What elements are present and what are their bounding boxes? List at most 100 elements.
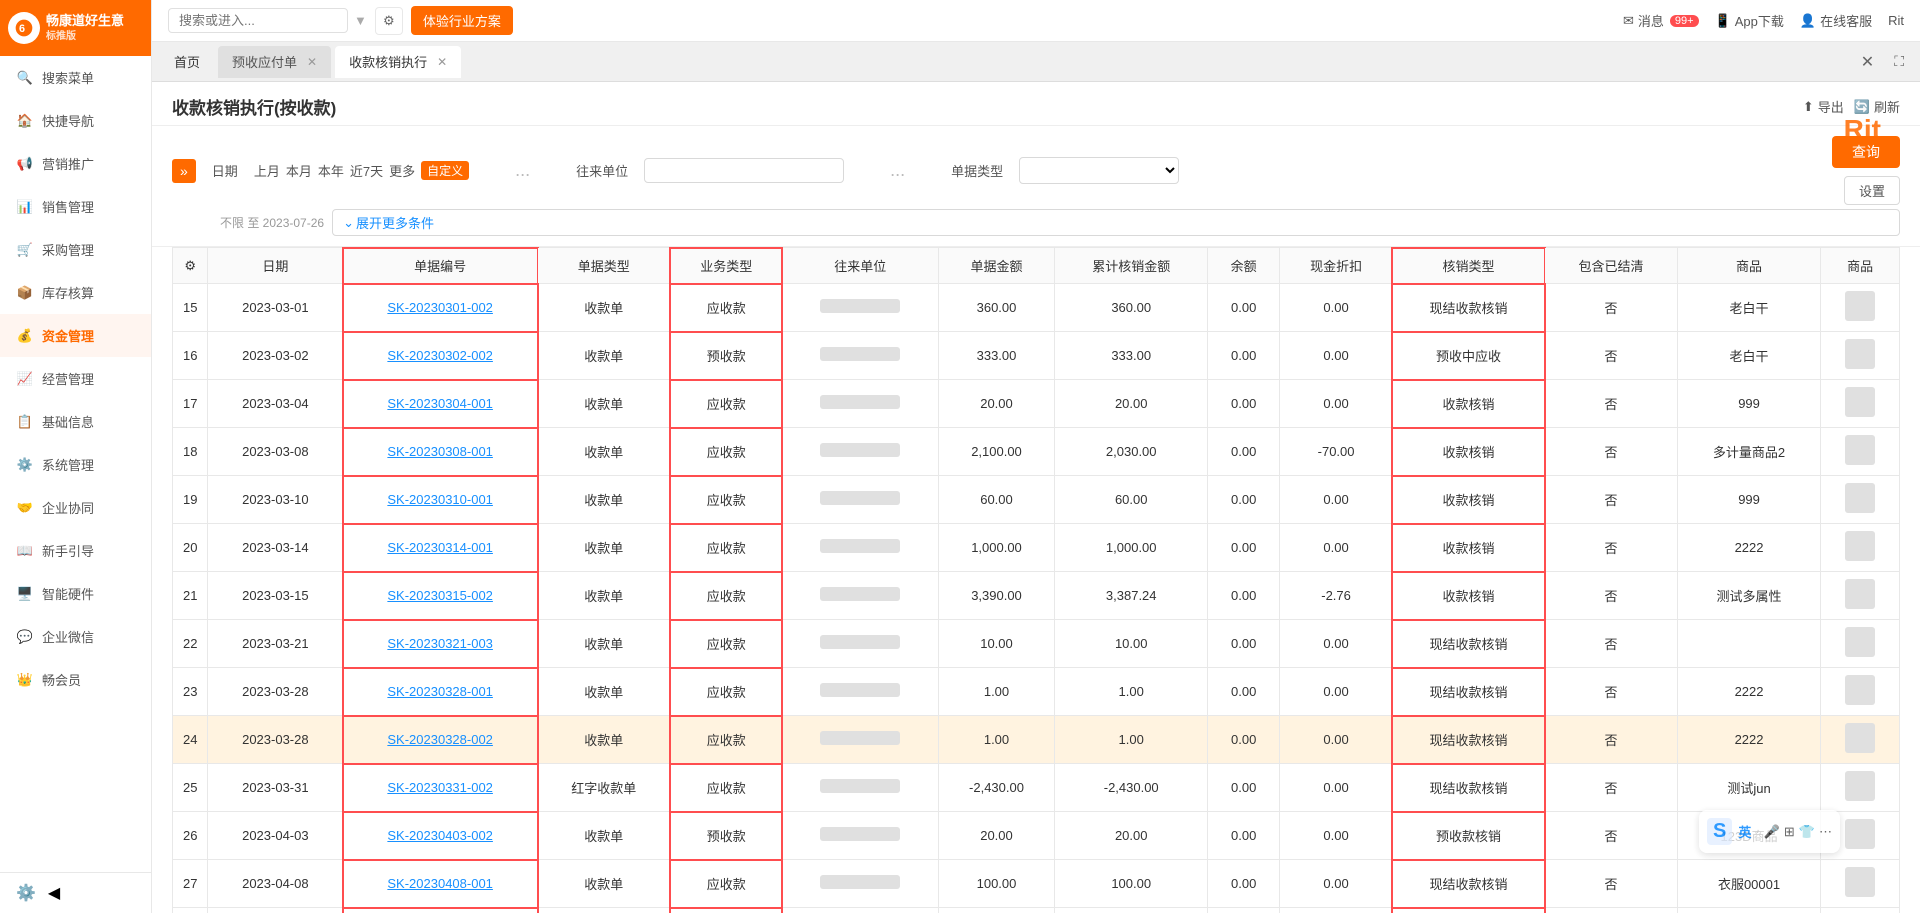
counterpart-input[interactable] [644,158,844,183]
export-btn[interactable]: ⬆ 导出 [1803,97,1844,116]
cell-doc-no[interactable]: SK-20230328-002 [343,716,538,764]
solution-btn[interactable]: 体验行业方案 [411,6,513,35]
sidebar-item-operation[interactable]: 📈 经营管理 [0,357,151,400]
cell-doc-no[interactable]: SK-20230310-001 [343,476,538,524]
doc-no-link[interactable]: SK-20230331-002 [387,780,493,795]
topbar-gear-btn[interactable]: ⚙ [375,7,403,35]
tab-home[interactable]: 首页 [160,46,214,78]
cell-doc-no[interactable]: SK-20230321-003 [343,620,538,668]
doc-no-link[interactable]: SK-20230315-002 [387,588,493,603]
cell-verified: 3,387.24 [1055,572,1207,620]
date-this-year[interactable]: 本年 [318,161,344,180]
tab-close-window[interactable]: ✕ [1853,52,1882,72]
expand-more-btn[interactable]: ⌄ 展开更多条件 [332,209,1900,236]
watermark-mic-icon[interactable]: 🎤 [1764,824,1780,840]
tab-close-prepayment[interactable]: ✕ [307,55,317,69]
sidebar-item-wechat[interactable]: 💬 企业微信 [0,615,151,658]
sidebar-item-system[interactable]: ⚙️ 系统管理 [0,443,151,486]
date-this-month[interactable]: 本月 [286,161,312,180]
cell-doc-no[interactable]: SK-20230315-002 [343,572,538,620]
cell-include-cleared: 否 [1545,428,1677,476]
basic-icon: 📋 [16,413,34,431]
date-last-7-days[interactable]: 近7天 [350,161,383,180]
doc-type-select[interactable] [1019,157,1179,184]
cell-no: 27 [173,860,208,908]
watermark-grid-icon[interactable]: ⊞ [1784,824,1795,840]
tab-maximize[interactable]: ⛶ [1886,53,1912,70]
doc-no-link[interactable]: SK-20230408-001 [387,876,493,891]
sidebar-item-shortcut[interactable]: 🏠 快捷导航 [0,99,151,142]
search-icon: 🔍 [16,69,34,87]
cell-doc-no[interactable]: SK-20230418-001 [343,908,538,913]
sidebar-item-inventory[interactable]: 📦 库存核算 [0,271,151,314]
cell-doc-no[interactable]: SK-20230308-001 [343,428,538,476]
collapse-icon[interactable]: ◀ [48,883,60,903]
cell-doc-no[interactable]: SK-20230304-001 [343,380,538,428]
topbar-search-dropdown[interactable]: ▼ [168,8,367,33]
table-row: 27 2023-04-08 SK-20230408-001 收款单 应收款 10… [173,860,1900,908]
cell-doc-type: 红字收款单 [538,764,670,812]
cell-doc-no[interactable]: SK-20230302-002 [343,332,538,380]
expand-collapse-btn[interactable]: » [172,159,196,183]
sidebar-item-hardware[interactable]: 🖥️ 智能硬件 [0,572,151,615]
sidebar-item-member[interactable]: 👑 畅会员 [0,658,151,701]
cell-balance: 0.00 [1207,572,1279,620]
doc-no-link[interactable]: SK-20230304-001 [387,396,493,411]
cell-balance: 0.00 [1207,812,1279,860]
col-settings[interactable]: ⚙ [173,248,208,284]
doc-no-link[interactable]: SK-20230301-002 [387,300,493,315]
cell-counterpart [782,332,938,380]
watermark-text-icon[interactable]: 英 [1738,822,1751,841]
col-balance: 余额 [1207,248,1279,284]
sidebar-item-sales[interactable]: 📊 销售管理 [0,185,151,228]
system-icon: ⚙️ [16,456,34,474]
cell-product1: 2222 [1677,716,1821,764]
cell-product2 [1821,620,1900,668]
date-last-month[interactable]: 上月 [254,161,280,180]
cell-doc-no[interactable]: SK-20230314-001 [343,524,538,572]
inventory-icon: 📦 [16,284,34,302]
tab-close-writeoff[interactable]: ✕ [437,55,447,69]
sidebar-item-basic[interactable]: 📋 基础信息 [0,400,151,443]
date-custom[interactable]: 自定义 [421,161,469,180]
cell-doc-no[interactable]: SK-20230403-002 [343,812,538,860]
tab-prepayment[interactable]: 预收应付单 ✕ [218,46,331,78]
cell-product1: 测试jun [1677,764,1821,812]
cell-counterpart [782,476,938,524]
tab-writeoff[interactable]: 收款核销执行 ✕ [335,46,461,78]
sidebar-item-marketing[interactable]: 📢 营销推广 [0,142,151,185]
topbar-search-input[interactable] [168,8,348,33]
cell-doc-no[interactable]: SK-20230328-001 [343,668,538,716]
cell-verify-type: 预收款核销 [1392,812,1544,860]
doc-no-link[interactable]: SK-20230308-001 [387,444,493,459]
cell-verify-type: 现结收款核销 [1392,620,1544,668]
sidebar-item-enterprise[interactable]: 🤝 企业协同 [0,486,151,529]
doc-no-link[interactable]: SK-20230310-001 [387,492,493,507]
app-download-link[interactable]: 📱 App下载 [1715,11,1784,30]
date-more[interactable]: 更多 [389,161,415,180]
sidebar-item-purchase[interactable]: 🛒 采购管理 [0,228,151,271]
cell-doc-no[interactable]: SK-20230331-002 [343,764,538,812]
doc-no-link[interactable]: SK-20230314-001 [387,540,493,555]
watermark-dots-icon[interactable]: ⋯ [1819,824,1832,840]
doc-no-link[interactable]: SK-20230403-002 [387,828,493,843]
user-avatar[interactable]: Rit [1888,13,1904,28]
cell-date: 2023-04-18 [208,908,343,913]
watermark-shirt-icon[interactable]: 👕 [1799,824,1815,840]
online-service-link[interactable]: 👤 在线客服 [1800,11,1872,30]
doc-no-link[interactable]: SK-20230302-002 [387,348,493,363]
sidebar-item-search[interactable]: 🔍 搜索菜单 [0,56,151,99]
cell-doc-no[interactable]: SK-20230301-002 [343,284,538,332]
messages-link[interactable]: ✉ 消息 99+ [1623,11,1699,30]
cell-verify-type: 现结收款核销 [1392,860,1544,908]
member-icon: 👑 [16,671,34,689]
doc-no-link[interactable]: SK-20230328-002 [387,732,493,747]
cell-doc-no[interactable]: SK-20230408-001 [343,860,538,908]
set-button[interactable]: 设置 [1844,176,1900,205]
sidebar-item-finance[interactable]: 💰 资金管理 [0,314,151,357]
doc-no-link[interactable]: SK-20230321-003 [387,636,493,651]
sidebar-item-guide[interactable]: 📖 新手引导 [0,529,151,572]
cell-balance: 0.00 [1207,668,1279,716]
settings-icon[interactable]: ⚙️ [16,883,36,903]
doc-no-link[interactable]: SK-20230328-001 [387,684,493,699]
